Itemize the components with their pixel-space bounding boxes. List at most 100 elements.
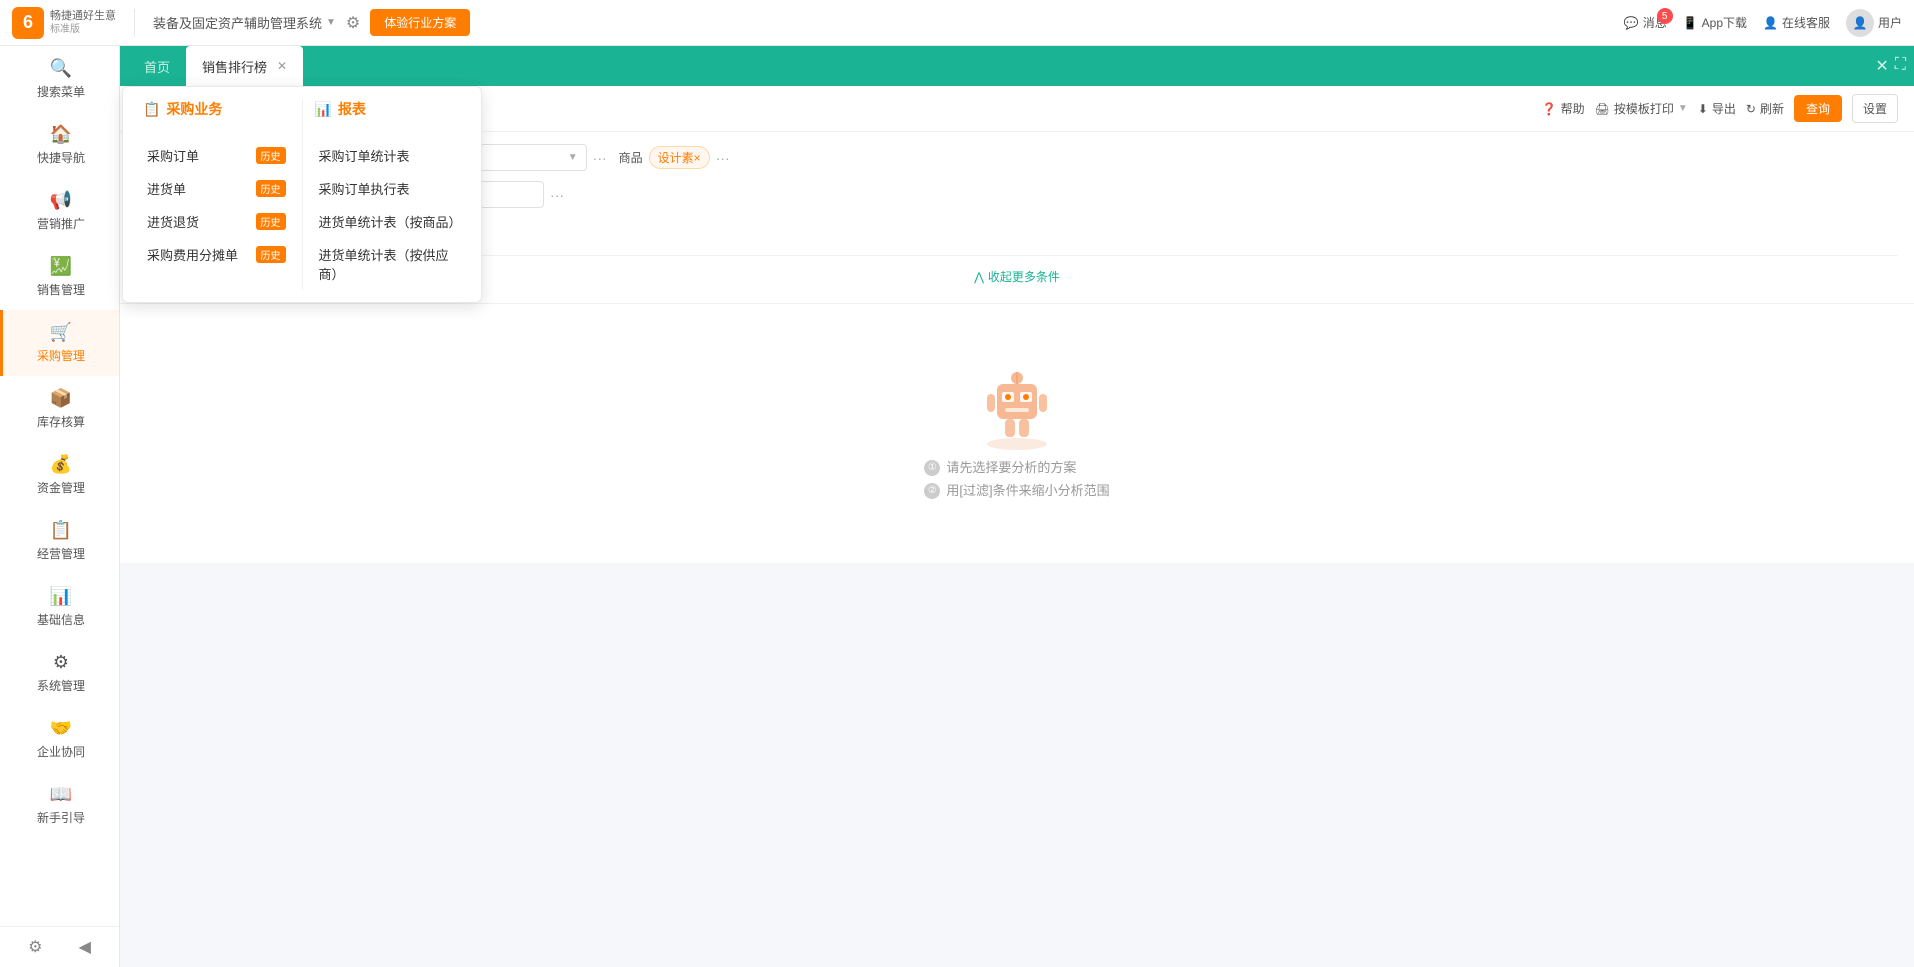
export-button[interactable]: ⬇ 导出 bbox=[1698, 100, 1736, 117]
menu-item-po[interactable]: 采购订单 历史 bbox=[143, 139, 290, 172]
sidebar-item-quick-nav[interactable]: 🏠 快捷导航 bbox=[0, 112, 119, 178]
avatar: 👤 bbox=[1846, 9, 1874, 37]
tab-maximize-icon[interactable]: ⛶ bbox=[1895, 56, 1906, 76]
sidebar-item-purchase[interactable]: 🛒 采购管理 bbox=[0, 310, 119, 376]
menu-item-expense[interactable]: 采购费用分摊单 历史 bbox=[143, 238, 290, 271]
logo-text: 畅捷通好生意 标准版 bbox=[50, 9, 116, 36]
tab-close-icon[interactable]: ✕ bbox=[1875, 56, 1888, 76]
empty-text: ① 请先选择要分析的方案 ② 用[过滤]条件来缩小分析范围 bbox=[924, 456, 1109, 503]
menu-item-inbound-product[interactable]: 进货单统计表（按商品） bbox=[315, 205, 462, 238]
sidebar-item-basic[interactable]: 📊 基础信息 bbox=[0, 574, 119, 640]
history-badge-po: 历史 bbox=[256, 147, 286, 164]
export-icon: ⬇ bbox=[1698, 102, 1708, 116]
empty-state: ① 请先选择要分析的方案 ② 用[过滤]条件来缩小分析范围 bbox=[120, 304, 1914, 563]
collapse-icon: ⋀ bbox=[974, 270, 984, 284]
purchase-section-icon: 📋 bbox=[143, 101, 160, 118]
sidebar-item-cooperation[interactable]: 🤝 企业协同 bbox=[0, 706, 119, 772]
settings-button[interactable]: 设置 bbox=[1852, 94, 1898, 123]
menu-divider bbox=[302, 99, 303, 290]
menu-item-return[interactable]: 进货退货 历史 bbox=[143, 205, 290, 238]
purchase-icon: 🛒 bbox=[50, 322, 72, 343]
logo-icon: 6 bbox=[12, 7, 44, 39]
menu-item-inbound-supplier[interactable]: 进货单统计表（按供应商） bbox=[315, 238, 462, 290]
empty-step-2: ② 用[过滤]条件来缩小分析范围 bbox=[924, 479, 1109, 502]
step-2-num: ② bbox=[924, 483, 940, 499]
status-arrow-icon: ▼ bbox=[568, 152, 578, 163]
header-right: 💬 消息 5 📱 App下载 👤 在线客服 👤 用户 bbox=[1624, 9, 1902, 37]
sidebar-item-finance[interactable]: 💰 资金管理 bbox=[0, 442, 119, 508]
system-name: 装备及固定资产辅助管理系统 ▼ bbox=[153, 13, 336, 32]
empty-icon bbox=[967, 364, 1067, 444]
system-icon: ⚙ bbox=[53, 652, 69, 673]
sidebar-item-marketing[interactable]: 📢 营销推广 bbox=[0, 178, 119, 244]
menu-item-po-summary[interactable]: 采购订单统计表 bbox=[315, 139, 462, 172]
inventory-icon: 📦 bbox=[50, 388, 72, 409]
phone-icon: 📱 bbox=[1683, 16, 1698, 30]
system-arrow-icon: ▼ bbox=[326, 17, 336, 28]
history-badge-inbound: 历史 bbox=[256, 180, 286, 197]
empty-step-1: ① 请先选择要分析的方案 bbox=[924, 456, 1109, 479]
sidebar-bottom: ⚙ ◀ bbox=[0, 926, 119, 967]
message-badge: 5 bbox=[1657, 8, 1673, 24]
close-tab-icon[interactable]: ✕ bbox=[277, 59, 287, 73]
sidebar-item-operations[interactable]: 📋 经营管理 bbox=[0, 508, 119, 574]
operations-icon: 📋 bbox=[50, 520, 72, 541]
help-icon: ❓ bbox=[1542, 102, 1557, 116]
refresh-icon: ↻ bbox=[1746, 102, 1756, 116]
menu-item-po-exec[interactable]: 采购订单执行表 bbox=[315, 172, 462, 205]
sales-icon: 💹 bbox=[50, 256, 72, 277]
salesman-dots[interactable]: ··· bbox=[550, 187, 564, 203]
step-1-num: ① bbox=[924, 460, 940, 476]
product-dots[interactable]: ··· bbox=[716, 150, 730, 166]
header-left: 6 畅捷通好生意 标准版 装备及固定资产辅助管理系统 ▼ ⚙ 体验行业方案 bbox=[12, 7, 470, 39]
collapse-button[interactable]: ⋀ 收起更多条件 bbox=[974, 262, 1060, 291]
tab-home[interactable]: 首页 bbox=[128, 46, 186, 86]
logo-area: 6 畅捷通好生意 标准版 bbox=[12, 7, 116, 39]
report-section-icon: 📊 bbox=[315, 101, 332, 118]
print-icon: 🖨 bbox=[1595, 102, 1610, 116]
help-button[interactable]: ❓ 帮助 bbox=[1542, 100, 1585, 117]
product-label: 商品 bbox=[619, 149, 643, 166]
query-button[interactable]: 查询 bbox=[1794, 95, 1842, 122]
tab-bar: 首页 销售排行榜 ✕ ✕ ⛶ bbox=[120, 46, 1914, 86]
sidebar-item-sales[interactable]: 💹 销售管理 bbox=[0, 244, 119, 310]
print-button[interactable]: 🖨 按模板打印 ▼ bbox=[1595, 100, 1688, 117]
purchase-section-title: 📋 采购业务 bbox=[143, 99, 290, 127]
menu-section-purchase: 📋 采购业务 采购订单 历史 进货单 历史 进货退货 历史 采购费用分摊单 历史 bbox=[135, 99, 298, 290]
refresh-button[interactable]: ↻ 刷新 bbox=[1746, 100, 1784, 117]
search-icon: 🔍 bbox=[50, 58, 72, 79]
product-tag[interactable]: 设计素× bbox=[649, 146, 710, 169]
sidebar-item-guide[interactable]: 📖 新手引导 bbox=[0, 772, 119, 838]
cooperation-icon: 🤝 bbox=[50, 718, 72, 739]
user-item[interactable]: 👤 用户 bbox=[1846, 9, 1902, 37]
sidebar-item-inventory[interactable]: 📦 库存核算 bbox=[0, 376, 119, 442]
basic-icon: 📊 bbox=[50, 586, 72, 607]
guide-icon: 📖 bbox=[50, 784, 72, 805]
menu-section-report: 📊 报表 采购订单统计表 采购订单执行表 进货单统计表（按商品） 进货单统计表（… bbox=[307, 99, 470, 290]
print-arrow-icon: ▼ bbox=[1678, 103, 1688, 114]
product-filter: 商品 设计素× ··· bbox=[619, 146, 730, 169]
message-item[interactable]: 💬 消息 5 bbox=[1624, 14, 1667, 31]
history-badge-return: 历史 bbox=[256, 213, 286, 230]
dropdown-menu: 📋 采购业务 采购订单 历史 进货单 历史 进货退货 历史 采购费用分摊单 历史… bbox=[122, 86, 482, 303]
sidebar-settings-btn[interactable]: ⚙ bbox=[28, 937, 42, 957]
service-item[interactable]: 👤 在线客服 bbox=[1763, 14, 1830, 31]
sidebar-collapse-btn[interactable]: ◀ bbox=[79, 937, 91, 957]
industry-button[interactable]: 体验行业方案 bbox=[370, 9, 470, 36]
status-dots[interactable]: ··· bbox=[593, 150, 607, 166]
headset-icon: 👤 bbox=[1763, 16, 1778, 30]
sidebar: 🔍 搜索菜单 🏠 快捷导航 📢 营销推广 💹 销售管理 🛒 采购管理 📦 库存核… bbox=[0, 46, 120, 967]
history-badge-expense: 历史 bbox=[256, 246, 286, 263]
menu-item-inbound[interactable]: 进货单 历史 bbox=[143, 172, 290, 205]
report-section-title: 📊 报表 bbox=[315, 99, 462, 127]
top-header: 6 畅捷通好生意 标准版 装备及固定资产辅助管理系统 ▼ ⚙ 体验行业方案 💬 … bbox=[0, 0, 1914, 46]
home-icon: 🏠 bbox=[50, 124, 72, 145]
app-download-item[interactable]: 📱 App下载 bbox=[1683, 14, 1747, 31]
tab-actions: ✕ ⛶ bbox=[1875, 56, 1906, 76]
finance-icon: 💰 bbox=[50, 454, 72, 475]
marketing-icon: 📢 bbox=[50, 190, 72, 211]
tab-sales-rank[interactable]: 销售排行榜 ✕ bbox=[186, 46, 303, 86]
settings-icon[interactable]: ⚙ bbox=[346, 13, 360, 33]
sidebar-item-search[interactable]: 🔍 搜索菜单 bbox=[0, 46, 119, 112]
sidebar-item-system[interactable]: ⚙ 系统管理 bbox=[0, 640, 119, 706]
